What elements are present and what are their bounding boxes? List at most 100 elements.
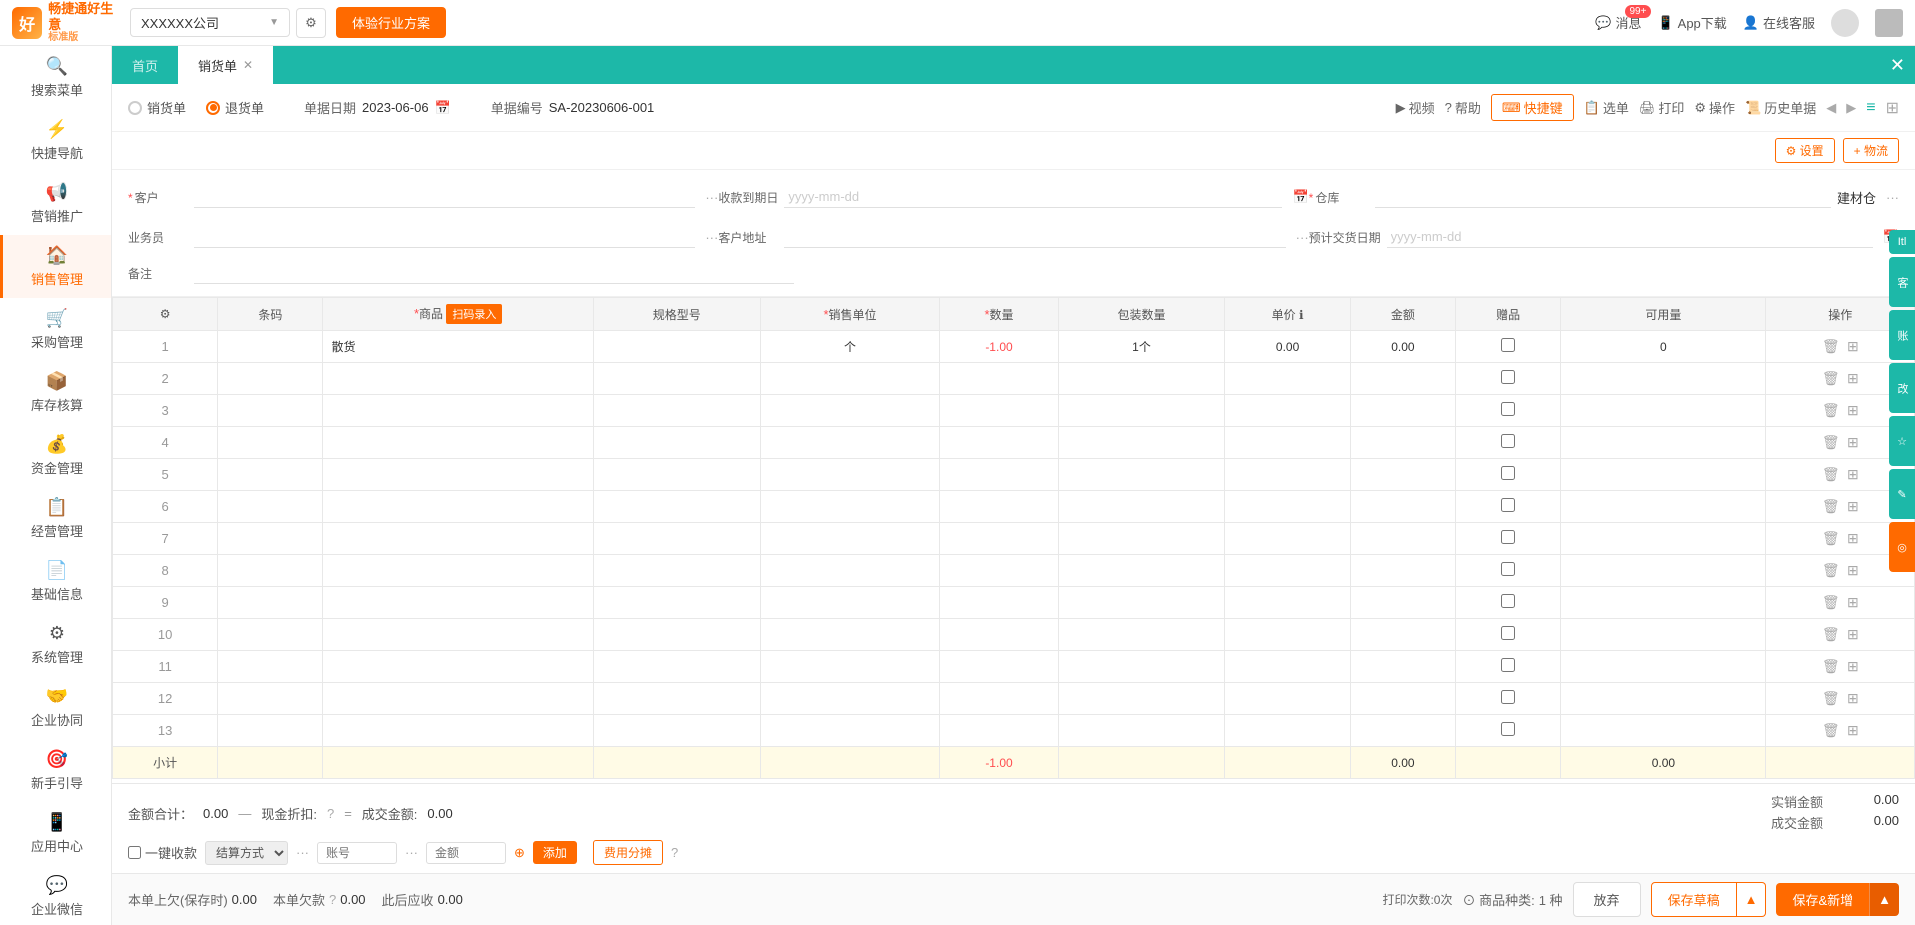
row-packqty-7[interactable]	[1058, 555, 1225, 587]
logistics-button[interactable]: + 物流	[1843, 138, 1899, 163]
scan-button[interactable]: 扫码录入	[446, 304, 502, 324]
row-qty-2[interactable]	[940, 395, 1058, 427]
row-available-1[interactable]	[1561, 363, 1766, 395]
one-click-checkbox[interactable]	[128, 846, 141, 859]
row-spec-4[interactable]	[593, 459, 760, 491]
row-gift-1[interactable]	[1456, 363, 1561, 395]
row-unit-0[interactable]: 个	[760, 331, 940, 363]
delete-icon[interactable]: 🗑	[1822, 434, 1840, 450]
amount-input[interactable]	[426, 842, 506, 864]
copy-icon[interactable]: ⊞	[1847, 594, 1859, 610]
row-product-9[interactable]	[323, 619, 593, 651]
row-qty-1[interactable]	[940, 363, 1058, 395]
row-spec-9[interactable]	[593, 619, 760, 651]
delete-icon[interactable]: 🗑	[1822, 594, 1840, 610]
row-qty-4[interactable]	[940, 459, 1058, 491]
shortcut-button[interactable]: ⌨ 快捷键	[1491, 94, 1574, 121]
salesperson-dots[interactable]: ···	[705, 230, 718, 245]
row-amount-11[interactable]	[1350, 683, 1455, 715]
rfb-pencil[interactable]: ✎	[1889, 469, 1915, 519]
sidebar-item-wework[interactable]: 💬 企业微信	[0, 865, 111, 925]
row-settings-6[interactable]: 7	[113, 523, 218, 555]
radio-return-order[interactable]: 退货单	[206, 98, 264, 117]
sidebar-item-quicknav[interactable]: ⚡ 快捷导航	[0, 109, 111, 172]
online-service-button[interactable]: 👤 在线客服	[1743, 13, 1815, 32]
row-spec-0[interactable]	[593, 331, 760, 363]
row-product-1[interactable]	[323, 363, 593, 395]
fee-help-icon[interactable]: ?	[671, 845, 678, 860]
col-settings[interactable]: ⚙	[113, 298, 218, 331]
copy-icon[interactable]: ⊞	[1847, 370, 1859, 386]
payment-dots[interactable]: ···	[296, 845, 309, 860]
sidebar-item-system[interactable]: ⚙ 系统管理	[0, 613, 111, 676]
row-barcode-2[interactable]	[218, 395, 323, 427]
row-barcode-4[interactable]	[218, 459, 323, 491]
sidebar-item-marketing[interactable]: 📢 营销推广	[0, 172, 111, 235]
delete-icon[interactable]: 🗑	[1822, 530, 1840, 546]
row-unit-11[interactable]	[760, 683, 940, 715]
row-settings-8[interactable]: 9	[113, 587, 218, 619]
sidebar-item-appstore[interactable]: 📱 应用中心	[0, 802, 111, 865]
row-settings-10[interactable]: 11	[113, 651, 218, 683]
row-gift-11[interactable]	[1456, 683, 1561, 715]
row-packqty-12[interactable]	[1058, 715, 1225, 747]
delete-icon[interactable]: 🗑	[1822, 626, 1840, 642]
row-barcode-12[interactable]	[218, 715, 323, 747]
row-unitprice-4[interactable]	[1225, 459, 1350, 491]
rfb-account[interactable]: 账	[1889, 310, 1915, 360]
row-packqty-1[interactable]	[1058, 363, 1225, 395]
row-gift-10[interactable]	[1456, 651, 1561, 683]
row-action-12[interactable]: 🗑 ⊞	[1766, 715, 1915, 747]
row-product-3[interactable]	[323, 427, 593, 459]
row-unit-9[interactable]	[760, 619, 940, 651]
row-amount-8[interactable]	[1350, 587, 1455, 619]
copy-icon[interactable]: ⊞	[1847, 530, 1859, 546]
row-product-5[interactable]	[323, 491, 593, 523]
row-amount-1[interactable]	[1350, 363, 1455, 395]
customer-address-input[interactable]	[784, 226, 1285, 248]
row-spec-7[interactable]	[593, 555, 760, 587]
one-click-payment[interactable]: 一键收款	[128, 843, 197, 862]
account-dots[interactable]: ···	[405, 845, 418, 860]
row-qty-7[interactable]	[940, 555, 1058, 587]
receipt-date-calendar[interactable]: 📅	[1292, 189, 1308, 205]
row-unit-2[interactable]	[760, 395, 940, 427]
row-gift-8[interactable]	[1456, 587, 1561, 619]
row-unitprice-12[interactable]	[1225, 715, 1350, 747]
rfb-customer[interactable]: 客	[1889, 257, 1915, 307]
row-unitprice-6[interactable]	[1225, 523, 1350, 555]
row-spec-1[interactable]	[593, 363, 760, 395]
add-button[interactable]: 添加	[533, 841, 577, 864]
row-qty-12[interactable]	[940, 715, 1058, 747]
row-barcode-7[interactable]	[218, 555, 323, 587]
row-unitprice-2[interactable]	[1225, 395, 1350, 427]
row-packqty-9[interactable]	[1058, 619, 1225, 651]
sidebar-item-purchase[interactable]: 🛒 采购管理	[0, 298, 111, 361]
row-settings-3[interactable]: 4	[113, 427, 218, 459]
row-amount-4[interactable]	[1350, 459, 1455, 491]
row-available-9[interactable]	[1561, 619, 1766, 651]
row-amount-3[interactable]	[1350, 427, 1455, 459]
row-available-3[interactable]	[1561, 427, 1766, 459]
nav-prev-icon[interactable]: ◀	[1826, 100, 1836, 116]
row-unit-1[interactable]	[760, 363, 940, 395]
row-settings-12[interactable]: 13	[113, 715, 218, 747]
copy-icon[interactable]: ⊞	[1847, 434, 1859, 450]
operation-button[interactable]: ⚙ 操作	[1694, 98, 1735, 117]
row-barcode-10[interactable]	[218, 651, 323, 683]
row-action-8[interactable]: 🗑 ⊞	[1766, 587, 1915, 619]
payment-method-select[interactable]: 结算方式	[205, 841, 288, 865]
sidebar-item-inventory[interactable]: 📦 库存核算	[0, 361, 111, 424]
sidebar-item-finance[interactable]: 💰 资金管理	[0, 424, 111, 487]
row-unitprice-11[interactable]	[1225, 683, 1350, 715]
row-gift-5[interactable]	[1456, 491, 1561, 523]
sidebar-item-basics[interactable]: 📄 基础信息	[0, 550, 111, 613]
row-unitprice-1[interactable]	[1225, 363, 1350, 395]
row-gift-3[interactable]	[1456, 427, 1561, 459]
sidebar-item-sales[interactable]: 🏠 销售管理	[0, 235, 111, 298]
row-unitprice-0[interactable]: 0.00	[1225, 331, 1350, 363]
row-packqty-8[interactable]	[1058, 587, 1225, 619]
tab-close-icon[interactable]: ✕	[243, 58, 253, 72]
row-unitprice-7[interactable]	[1225, 555, 1350, 587]
row-qty-6[interactable]	[940, 523, 1058, 555]
